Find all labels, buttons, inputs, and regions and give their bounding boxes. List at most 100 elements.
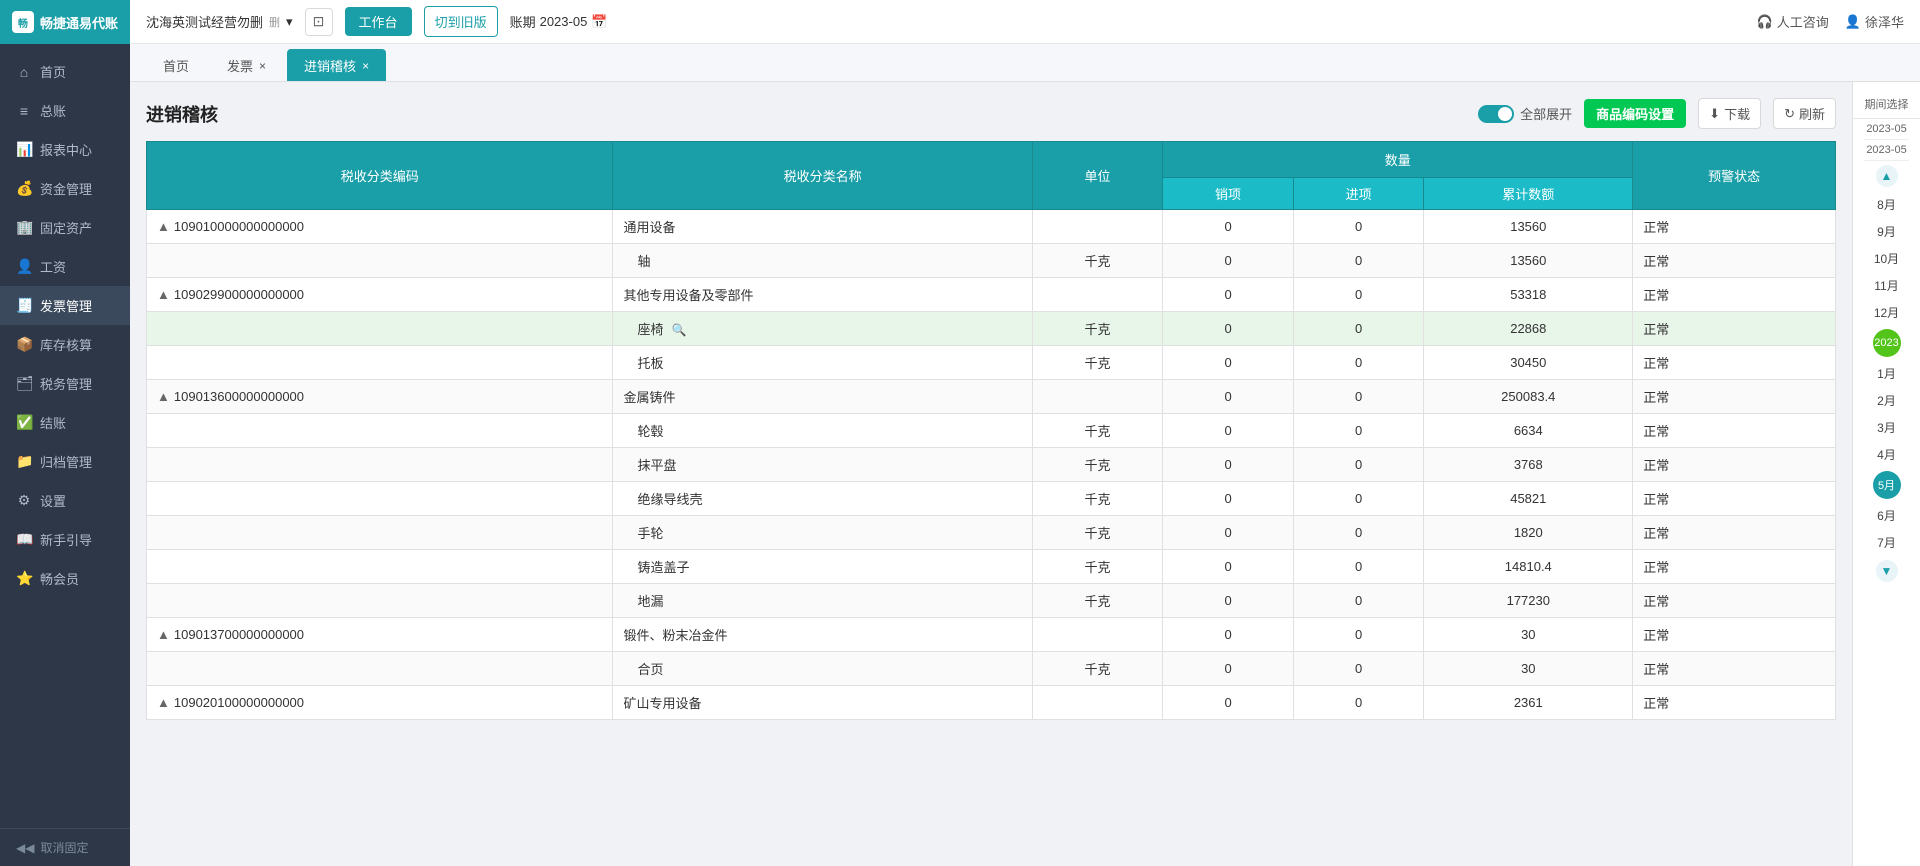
sidebar-item-label: 总账 <box>40 101 66 120</box>
cell-tax-name: 手轮 <box>613 516 1032 550</box>
sidebar-item-salary[interactable]: 👤 工资 <box>0 247 130 286</box>
cell-tax-code: ▲109013700000000000 <box>147 618 613 652</box>
cell-sales: 0 <box>1163 516 1294 550</box>
sidebar-item-archive[interactable]: 📁 归档管理 <box>0 442 130 481</box>
expand-icon[interactable]: ▲ <box>157 627 170 642</box>
cell-unit: 千克 <box>1032 244 1163 278</box>
period-month-1[interactable]: 1月 <box>1853 360 1920 387</box>
sidebar-item-inventory[interactable]: 📦 库存核算 <box>0 325 130 364</box>
cell-status: 正常 <box>1633 312 1836 346</box>
product-code-button[interactable]: 商品编码设置 <box>1584 99 1686 128</box>
company-selector[interactable]: 沈海英测试经营勿删 删 ▾ <box>146 12 293 31</box>
cell-purchase: 0 <box>1293 482 1424 516</box>
period-month-5-active[interactable]: 5月 <box>1853 468 1920 502</box>
cell-purchase: 0 <box>1293 516 1424 550</box>
cell-tax-name: 铸造盖子 <box>613 550 1032 584</box>
sidebar-item-assets[interactable]: 🏢 固定资产 <box>0 208 130 247</box>
unpin-button[interactable]: ◀◀ 取消固定 <box>0 828 130 866</box>
period-month-9[interactable]: 9月 <box>1853 218 1920 245</box>
cell-unit: 千克 <box>1032 482 1163 516</box>
workbench-button[interactable]: 工作台 <box>345 7 412 36</box>
cell-tax-name: 通用设备 <box>613 210 1032 244</box>
sidebar-item-invoice[interactable]: 🧾 发票管理 <box>0 286 130 325</box>
period-up-button[interactable]: ▲ <box>1876 165 1898 187</box>
expand-icon[interactable]: ▲ <box>157 389 170 404</box>
tab-invoice-close[interactable]: × <box>259 59 266 73</box>
tab-invoice-label: 发票 <box>227 56 253 75</box>
period-month-3[interactable]: 3月 <box>1853 414 1920 441</box>
sidebar-item-home[interactable]: ⌂ 首页 <box>0 52 130 91</box>
cell-sales: 0 <box>1163 312 1294 346</box>
expand-toggle[interactable] <box>1478 105 1514 123</box>
content-area: 进销稽核 全部展开 商品编码设置 ⬇ 下载 ↻ 刷新 <box>130 82 1920 866</box>
cell-purchase: 0 <box>1293 414 1424 448</box>
search-icon[interactable]: 🔍 <box>672 323 687 337</box>
th-quantity: 数量 <box>1163 142 1633 178</box>
sidebar: 畅 畅捷通易代账 ⌂ 首页 ≡ 总账 📊 报表中心 💰 资金管理 🏢 固定资产 … <box>0 0 130 866</box>
cell-status: 正常 <box>1633 618 1836 652</box>
unpin-label: 取消固定 <box>40 839 88 856</box>
cell-tax-name: 抹平盘 <box>613 448 1032 482</box>
download-icon: ⬇ <box>1709 106 1720 122</box>
period-month-7[interactable]: 7月 <box>1853 529 1920 556</box>
cell-tax-name: 锻件、粉末冶金件 <box>613 618 1032 652</box>
page-title: 进销稽核 <box>146 101 218 127</box>
tab-reconcile[interactable]: 进销稽核 × <box>287 49 386 81</box>
sidebar-item-guide[interactable]: 📖 新手引导 <box>0 520 130 559</box>
sidebar-item-settings[interactable]: ⚙ 设置 <box>0 481 130 520</box>
cell-purchase: 0 <box>1293 380 1424 414</box>
sidebar-nav: ⌂ 首页 ≡ 总账 📊 报表中心 💰 资金管理 🏢 固定资产 👤 工资 🧾 发票… <box>0 44 130 828</box>
cell-total: 30 <box>1424 618 1633 652</box>
sidebar-item-funds[interactable]: 💰 资金管理 <box>0 169 130 208</box>
period-month-2[interactable]: 2月 <box>1853 387 1920 414</box>
sidebar-item-ledger[interactable]: ≡ 总账 <box>0 91 130 130</box>
cell-unit: 千克 <box>1032 414 1163 448</box>
period-month-12[interactable]: 12月 <box>1853 299 1920 326</box>
tab-reconcile-close[interactable]: × <box>362 59 369 73</box>
cell-sales: 0 <box>1163 652 1294 686</box>
expand-icon[interactable]: ▲ <box>157 219 170 234</box>
user-menu[interactable]: 👤 徐泽华 <box>1845 12 1904 31</box>
sidebar-item-tax[interactable]: 🗂 税务管理 <box>0 364 130 403</box>
table-row: ▲109010000000000000通用设备0013560正常 <box>147 210 1836 244</box>
table-row: 抹平盘千克003768正常 <box>147 448 1836 482</box>
download-button[interactable]: ⬇ 下载 <box>1698 98 1761 129</box>
refresh-button[interactable]: ↻ 刷新 <box>1773 98 1836 129</box>
sidebar-item-label: 库存核算 <box>40 335 92 354</box>
period-month-4[interactable]: 4月 <box>1853 441 1920 468</box>
cell-purchase: 0 <box>1293 652 1424 686</box>
tab-invoice[interactable]: 发票 × <box>210 49 283 81</box>
period-month-11[interactable]: 11月 <box>1853 272 1920 299</box>
table-row: 绝缘导线壳千克0045821正常 <box>147 482 1836 516</box>
tab-reconcile-label: 进销稽核 <box>304 56 356 75</box>
expand-toggle-group: 全部展开 <box>1478 104 1572 123</box>
cell-purchase: 0 <box>1293 618 1424 652</box>
table-body: ▲109010000000000000通用设备0013560正常轴千克00135… <box>147 210 1836 720</box>
tab-home[interactable]: 首页 <box>146 49 206 81</box>
app-logo: 畅 畅捷通易代账 <box>0 0 130 44</box>
sidebar-item-vip[interactable]: ⭐ 畅会员 <box>0 559 130 598</box>
save-icon-button[interactable]: ⊡ <box>305 8 333 36</box>
expand-icon[interactable]: ▲ <box>157 695 170 710</box>
period-month-8[interactable]: 8月 <box>1853 191 1920 218</box>
th-sales: 销项 <box>1163 178 1294 210</box>
invoice-icon: 🧾 <box>16 297 32 314</box>
expand-all-label: 全部展开 <box>1520 104 1572 123</box>
cell-sales: 0 <box>1163 380 1294 414</box>
refresh-icon: ↻ <box>1784 106 1795 122</box>
expand-icon[interactable]: ▲ <box>157 287 170 302</box>
header-controls: 全部展开 商品编码设置 ⬇ 下载 ↻ 刷新 <box>1478 98 1836 129</box>
sidebar-item-checkout[interactable]: ✅ 结账 <box>0 403 130 442</box>
cell-tax-code <box>147 550 613 584</box>
cell-purchase: 0 <box>1293 278 1424 312</box>
app-name: 畅捷通易代账 <box>40 13 118 32</box>
period-down-button[interactable]: ▼ <box>1876 560 1898 582</box>
period-month-10[interactable]: 10月 <box>1853 245 1920 272</box>
support-button[interactable]: 🎧 人工咨询 <box>1757 12 1829 31</box>
ledger-icon: ≡ <box>16 103 32 119</box>
cell-tax-code <box>147 652 613 686</box>
sidebar-item-reports[interactable]: 📊 报表中心 <box>0 130 130 169</box>
old-version-button[interactable]: 切到旧版 <box>424 6 498 37</box>
cell-unit: 千克 <box>1032 346 1163 380</box>
period-month-6[interactable]: 6月 <box>1853 502 1920 529</box>
